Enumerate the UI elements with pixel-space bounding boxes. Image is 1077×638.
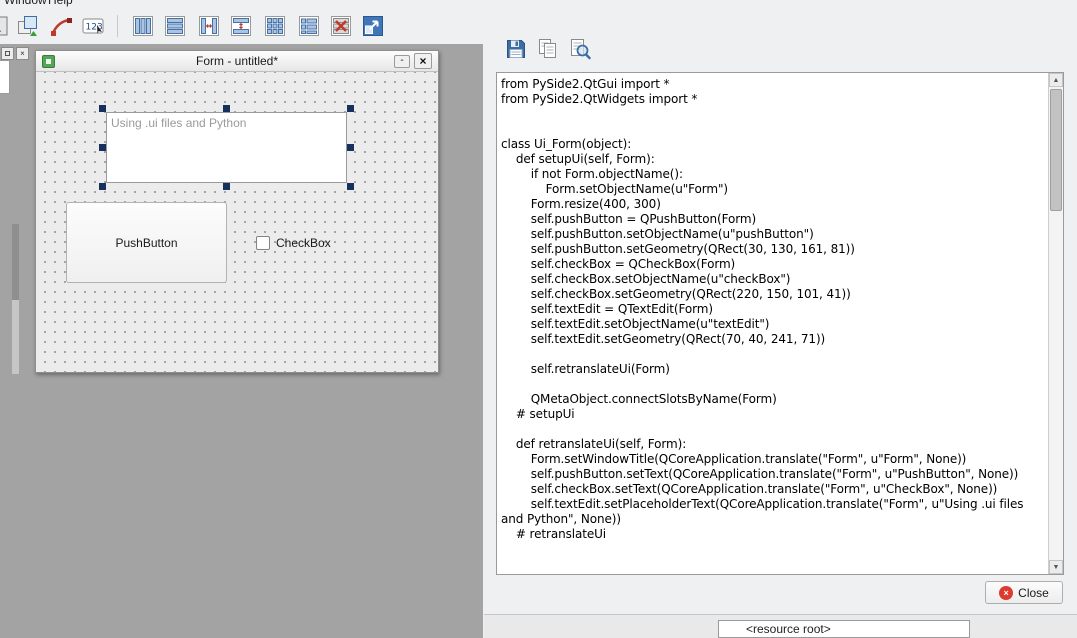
checkbox-indicator[interactable]	[256, 236, 270, 250]
dock-close-icon: ×	[20, 49, 25, 58]
selection-handle-bottom-right[interactable]	[347, 183, 354, 190]
pushbutton-widget[interactable]: PushButton	[66, 202, 227, 283]
edit-signals-slots-icon[interactable]	[48, 13, 74, 39]
selection-handle-top-center[interactable]	[223, 105, 230, 112]
form-canvas[interactable]: Using .ui files and Python PushButton Ch…	[36, 72, 438, 372]
edit-widgets-icon[interactable]	[0, 13, 11, 39]
find-icon[interactable]	[568, 37, 592, 61]
break-layout-icon[interactable]	[328, 13, 354, 39]
scroll-down-button[interactable]: ▼	[1049, 560, 1063, 574]
qt-designer-app: Window Help 123	[0, 0, 1077, 638]
dock-close-button[interactable]: ×	[16, 47, 29, 60]
selection-handle-mid-right[interactable]	[347, 144, 354, 151]
code-view[interactable]: from PySide2.QtGui import * from PySide2…	[496, 72, 1064, 575]
copy-icon[interactable]	[536, 37, 560, 61]
code-scrollbar[interactable]: ▲ ▼	[1048, 73, 1063, 574]
toolbar-separator	[117, 15, 118, 37]
selection-handle-mid-left[interactable]	[99, 144, 106, 151]
layout-vertical-icon[interactable]	[162, 13, 188, 39]
adjust-size-icon[interactable]	[360, 13, 386, 39]
raise-lower-icon[interactable]	[15, 13, 41, 39]
widget-box-scrollbar[interactable]	[12, 224, 19, 374]
textedit-widget[interactable]: Using .ui files and Python	[106, 112, 347, 183]
menu-help[interactable]: Help	[48, 0, 73, 7]
selection-handle-bottom-center[interactable]	[223, 183, 230, 190]
form-window-title: Form - untitled*	[36, 54, 438, 68]
menu-window[interactable]: Window	[4, 0, 47, 7]
layout-horizontal-splitter-icon[interactable]	[196, 13, 222, 39]
minimize-button[interactable]: -	[394, 55, 410, 68]
menubar: Window Help	[0, 0, 1077, 9]
dock-float-button[interactable]	[1, 47, 14, 60]
checkbox-widget[interactable]: CheckBox	[256, 222, 357, 263]
float-icon	[5, 51, 10, 56]
layout-grid-icon[interactable]	[262, 13, 288, 39]
code-scrollbar-thumb[interactable]	[1050, 89, 1062, 211]
layout-vertical-splitter-icon[interactable]	[228, 13, 254, 39]
close-icon: ×	[999, 586, 1013, 600]
scroll-up-button[interactable]: ▲	[1049, 73, 1063, 87]
scrollbar-thumb[interactable]	[12, 224, 19, 300]
edit-tab-order-icon[interactable]: 123	[80, 13, 106, 39]
form-window[interactable]: Form - untitled* - × Using .ui files and…	[35, 50, 439, 373]
layout-horizontal-icon[interactable]	[130, 13, 156, 39]
selection-handle-bottom-left[interactable]	[99, 183, 106, 190]
save-icon[interactable]	[504, 37, 528, 61]
dialog-close-button[interactable]: × Close	[985, 581, 1063, 604]
selection-handle-top-right[interactable]	[347, 105, 354, 112]
textedit-placeholder: Using .ui files and Python	[111, 116, 246, 130]
selection-handle-top-left[interactable]	[99, 105, 106, 112]
resource-browser-root[interactable]: <resource root>	[718, 620, 970, 638]
layout-form-icon[interactable]	[296, 13, 322, 39]
generated-code[interactable]: from PySide2.QtGui import * from PySide2…	[501, 77, 1047, 571]
close-button[interactable]: ×	[414, 53, 432, 69]
form-window-titlebar[interactable]: Form - untitled* - ×	[36, 51, 438, 72]
close-button-label: Close	[1018, 586, 1049, 600]
widget-box-fragment	[0, 60, 10, 94]
checkbox-label: CheckBox	[276, 236, 331, 250]
